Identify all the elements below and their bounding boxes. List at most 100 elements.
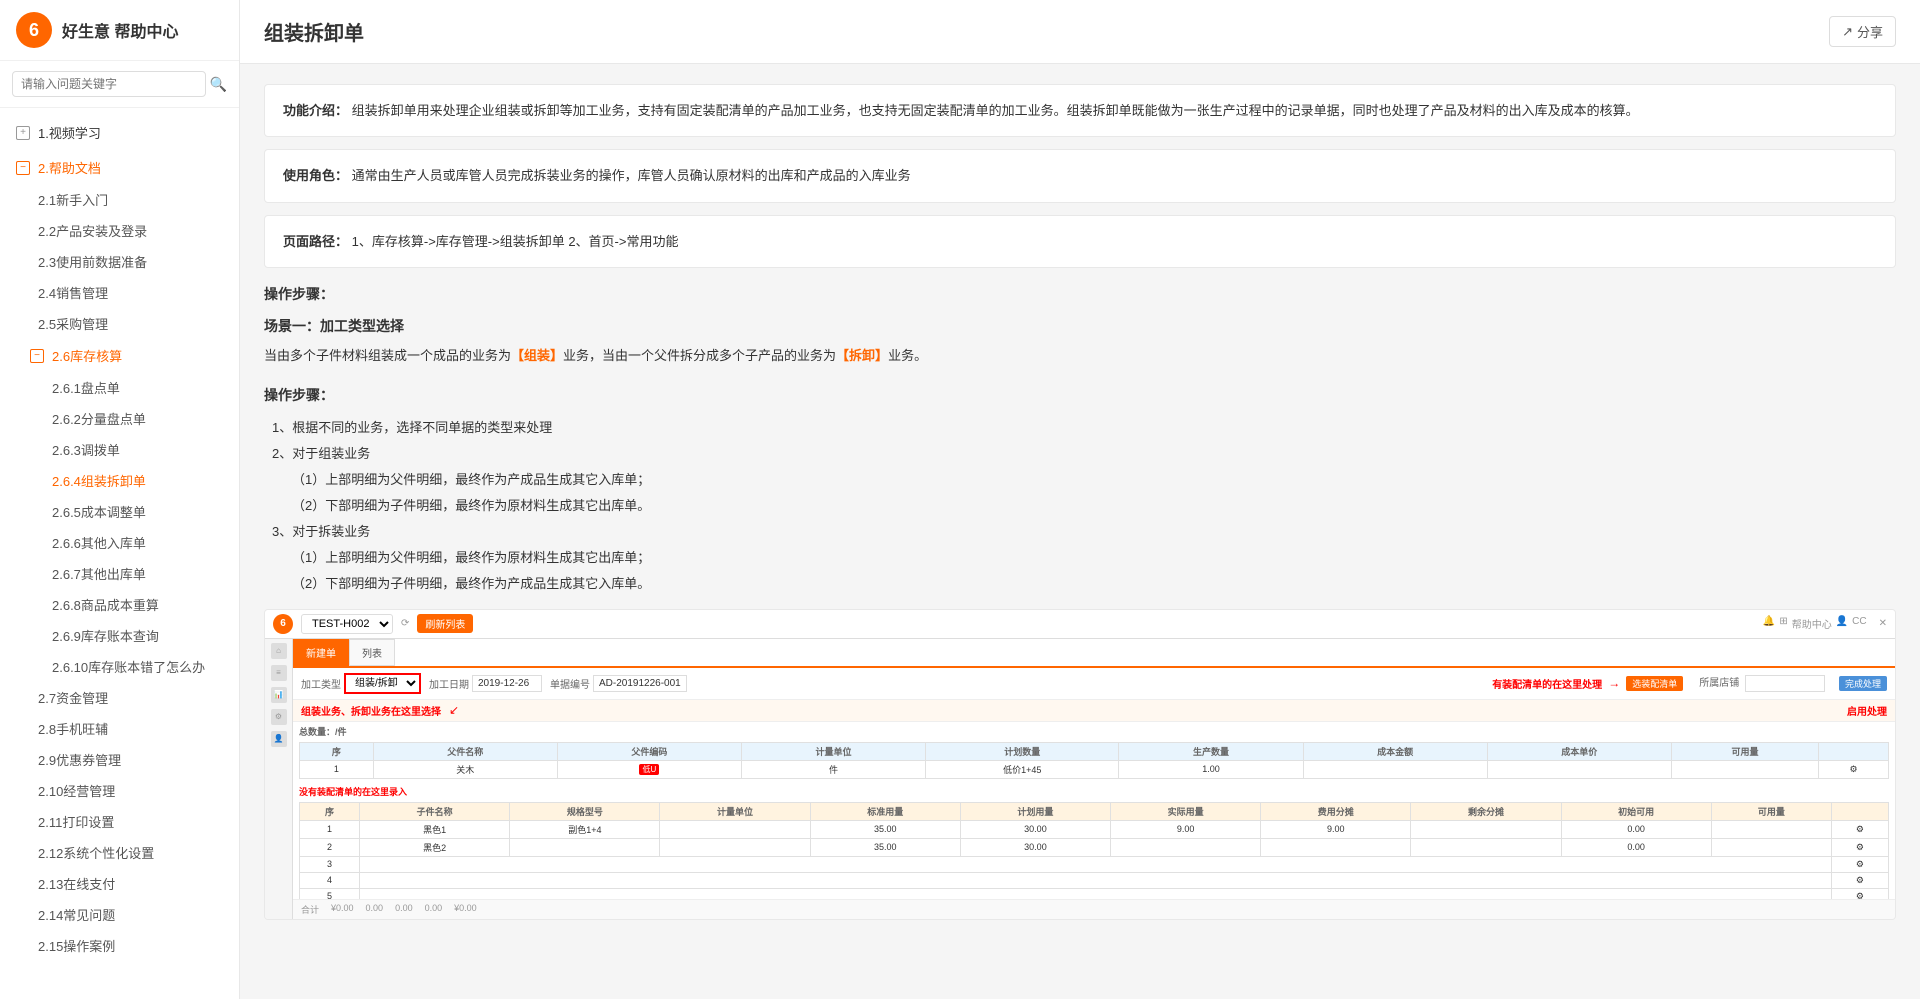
- sidebar-item-cost[interactable]: 2.6.5成本调整单: [0, 496, 239, 527]
- table-row: 2 黑色2 35.00 30.00: [300, 838, 1889, 856]
- col-l-spec: 规格型号: [510, 802, 660, 820]
- cell-cost-amt: [1303, 760, 1487, 778]
- mock-field-date: 加工日期 2019-12-26: [429, 675, 542, 692]
- sidebar-item-operate[interactable]: 2.10经营管理: [0, 775, 239, 806]
- step3: 3、对于拆装业务: [272, 519, 1896, 545]
- col-l-avail: 可用量: [1711, 802, 1831, 820]
- sidebar-item-capital[interactable]: 2.7资金管理: [0, 682, 239, 713]
- nav-group-label: 2.6库存核算: [52, 346, 122, 365]
- mock-select-bom-btn[interactable]: 选装配清单: [1626, 676, 1683, 691]
- scenario-desc: 当由多个子件材料组装成一个成品的业务为【组装】业务，当由一个父件拆分成多个子产品…: [264, 344, 1896, 369]
- sidebar-item-payment[interactable]: 2.13在线支付: [0, 868, 239, 899]
- ops-title: 操作步骤：: [264, 284, 1896, 304]
- mock-user2-icon: 👤: [271, 731, 287, 747]
- cell-avail: [1671, 760, 1818, 778]
- mock-date-value: 2019-12-26: [472, 675, 542, 692]
- sidebar-item-fix[interactable]: 2.6.10库存账本错了怎么办: [0, 651, 239, 682]
- annotation-activate: 启用处理: [1847, 703, 1887, 718]
- step3-2: （2）下部明细为子件明细，最终作为产成品生成其它入库单。: [292, 571, 1896, 597]
- logo-icon: 6: [16, 12, 52, 48]
- mock-total3: 0.00: [395, 903, 413, 916]
- col-cost-amt: 成本金额: [1303, 742, 1487, 760]
- annotation-bom: 有装配清单的在这里处理: [1492, 676, 1602, 691]
- sidebar-item-purchase[interactable]: 2.5采购管理: [0, 308, 239, 339]
- col-l-allot: 费用分摊: [1261, 802, 1411, 820]
- step3-1: （1）上部明细为父件明细，最终作为原材料生成其它出库单；: [292, 545, 1896, 571]
- sidebar-item-out[interactable]: 2.6.7其他出库单: [0, 558, 239, 589]
- mock-type-select[interactable]: 组装/拆卸: [344, 673, 421, 694]
- sidebar-item-move[interactable]: 2.6.3调拨单: [0, 434, 239, 465]
- mock-apps-icon: ⊞: [1779, 616, 1787, 631]
- sidebar-item-in[interactable]: 2.6.6其他入库单: [0, 527, 239, 558]
- collapse-icon: −: [16, 161, 30, 175]
- col-parent-code: 父件编码: [557, 742, 741, 760]
- annotation-assembly-type: 组装业务、拆卸业务在这里选择: [301, 703, 441, 718]
- share-button[interactable]: ↗ 分享: [1829, 16, 1896, 47]
- sidebar-item-video[interactable]: + 1.视频学习: [0, 116, 239, 149]
- col-l-name: 子件名称: [360, 802, 510, 820]
- mock-tab-new[interactable]: 新建单: [293, 639, 349, 666]
- sidebar-item-docs[interactable]: − 2.帮助文档: [0, 151, 239, 184]
- sidebar-item-cogs[interactable]: 2.6.8商品成本重算: [0, 589, 239, 620]
- mock-shop-select[interactable]: TEST-H002: [301, 614, 393, 634]
- mock-sidebar-icons: ⌂ ≡ 📊 ⚙ 👤: [265, 639, 293, 919]
- mock-total4: 0.00: [425, 903, 443, 916]
- sidebar-item-inventory[interactable]: − 2.6库存核算: [0, 339, 239, 372]
- sidebar-item-install[interactable]: 2.2产品安装及登录: [0, 215, 239, 246]
- mock-upper-label: 总数量：/件: [299, 725, 1889, 738]
- sidebar-item-coupon[interactable]: 2.9优惠券管理: [0, 744, 239, 775]
- sidebar-item-assembly[interactable]: 2.6.4组装拆卸单: [0, 465, 239, 496]
- sidebar-item-sharecheck[interactable]: 2.6.2分量盘点单: [0, 403, 239, 434]
- app-title: 好生意 帮助中心: [62, 18, 178, 42]
- role-block: 使用角色： 通常由生产人员或库管人员完成拆装业务的操作，库管人员确认原材料的出库…: [264, 149, 1896, 202]
- search-input[interactable]: [12, 71, 206, 97]
- mock-store-input[interactable]: [1745, 675, 1825, 692]
- col-l-seq: 序: [300, 802, 360, 820]
- sidebar-item-sales[interactable]: 2.4销售管理: [0, 277, 239, 308]
- mock-bottom-bar: 合计 ¥0.00 0.00 0.00 0.00 ¥0.00: [293, 899, 1895, 919]
- sidebar-item-data[interactable]: 2.3使用前数据准备: [0, 246, 239, 277]
- share-label: 分享: [1857, 22, 1883, 41]
- sidebar-item-mobile[interactable]: 2.8手机旺辅: [0, 713, 239, 744]
- sidebar-item-new[interactable]: 2.1新手入门: [0, 184, 239, 215]
- table-row: 1 黑色1 副色1+4 35.00 30.00 9.00 9.00: [300, 820, 1889, 838]
- col-l-unit: 计量单位: [660, 802, 810, 820]
- search-button[interactable]: 🔍: [210, 76, 227, 93]
- mock-field-bill: 单据编号 AD-20191226-001: [550, 675, 687, 692]
- sidebar-item-print[interactable]: 2.11打印设置: [0, 806, 239, 837]
- table-row: 4⚙: [300, 872, 1889, 888]
- col-unit: 计量单位: [741, 742, 925, 760]
- cell-unit: 件: [741, 760, 925, 778]
- scenario-title: 场景一：加工类型选择: [264, 316, 1896, 336]
- sidebar-item-cases[interactable]: 2.15操作案例: [0, 930, 239, 961]
- mock-screenshot: 6 TEST-H002 ⟳ 刷新列表 🔔 ⊞ 帮助中心 👤 CC ✕: [265, 610, 1895, 919]
- mock-confirm-btn[interactable]: 完成处理: [1839, 676, 1887, 691]
- mock-refresh-btn[interactable]: 刷新列表: [417, 614, 473, 633]
- mock-layout: ⌂ ≡ 📊 ⚙ 👤 新建单 列表: [265, 639, 1895, 919]
- intro-label: 功能介绍：: [283, 103, 348, 118]
- sidebar-item-custom[interactable]: 2.12系统个性化设置: [0, 837, 239, 868]
- col-l-init: 初始可用: [1561, 802, 1711, 820]
- mock-user-label: CC: [1852, 616, 1866, 631]
- collapse-icon: −: [30, 349, 44, 363]
- mock-upper-table: 序 父件名称 父件编码 计量单位 计划数量 生产数量 成本金额 成本单价 可用量: [299, 742, 1889, 779]
- table-row: 1 关木 低U 件 低价1+45 1.00: [300, 760, 1889, 778]
- step2-2: （2）下部明细为子件明细，最终作为原材料生成其它出库单。: [292, 493, 1896, 519]
- step1: 1、根据不同的业务，选择不同单据的类型来处理: [272, 415, 1896, 441]
- sidebar-item-query[interactable]: 2.6.9库存账本查询: [0, 620, 239, 651]
- mock-total2: 0.00: [366, 903, 384, 916]
- mock-tab-list[interactable]: 列表: [349, 639, 395, 666]
- mock-form-header: 加工类型 组装/拆卸 加工日期 2019-12-26 单据编号: [293, 668, 1895, 700]
- mock-bell-icon: 🔔: [1763, 616, 1775, 631]
- mock-chart-icon: 📊: [271, 687, 287, 703]
- path-text: 1、库存核算->库存管理->组装拆卸单 2、首页->常用功能: [352, 234, 679, 249]
- sidebar-header: 6 好生意 帮助中心: [0, 0, 239, 61]
- mock-store-label: 所属店铺: [1699, 678, 1739, 689]
- col-avail: 可用量: [1671, 742, 1818, 760]
- sidebar-item-check[interactable]: 2.6.1盘点单: [0, 372, 239, 403]
- table-row: 5⚙: [300, 888, 1889, 899]
- col-plan-qty: 计划数量: [926, 742, 1119, 760]
- role-text: 通常由生产人员或库管人员完成拆装业务的操作，库管人员确认原材料的出库和产成品的入…: [352, 168, 911, 183]
- role-label: 使用角色：: [283, 168, 348, 183]
- sidebar-item-faq[interactable]: 2.14常见问题: [0, 899, 239, 930]
